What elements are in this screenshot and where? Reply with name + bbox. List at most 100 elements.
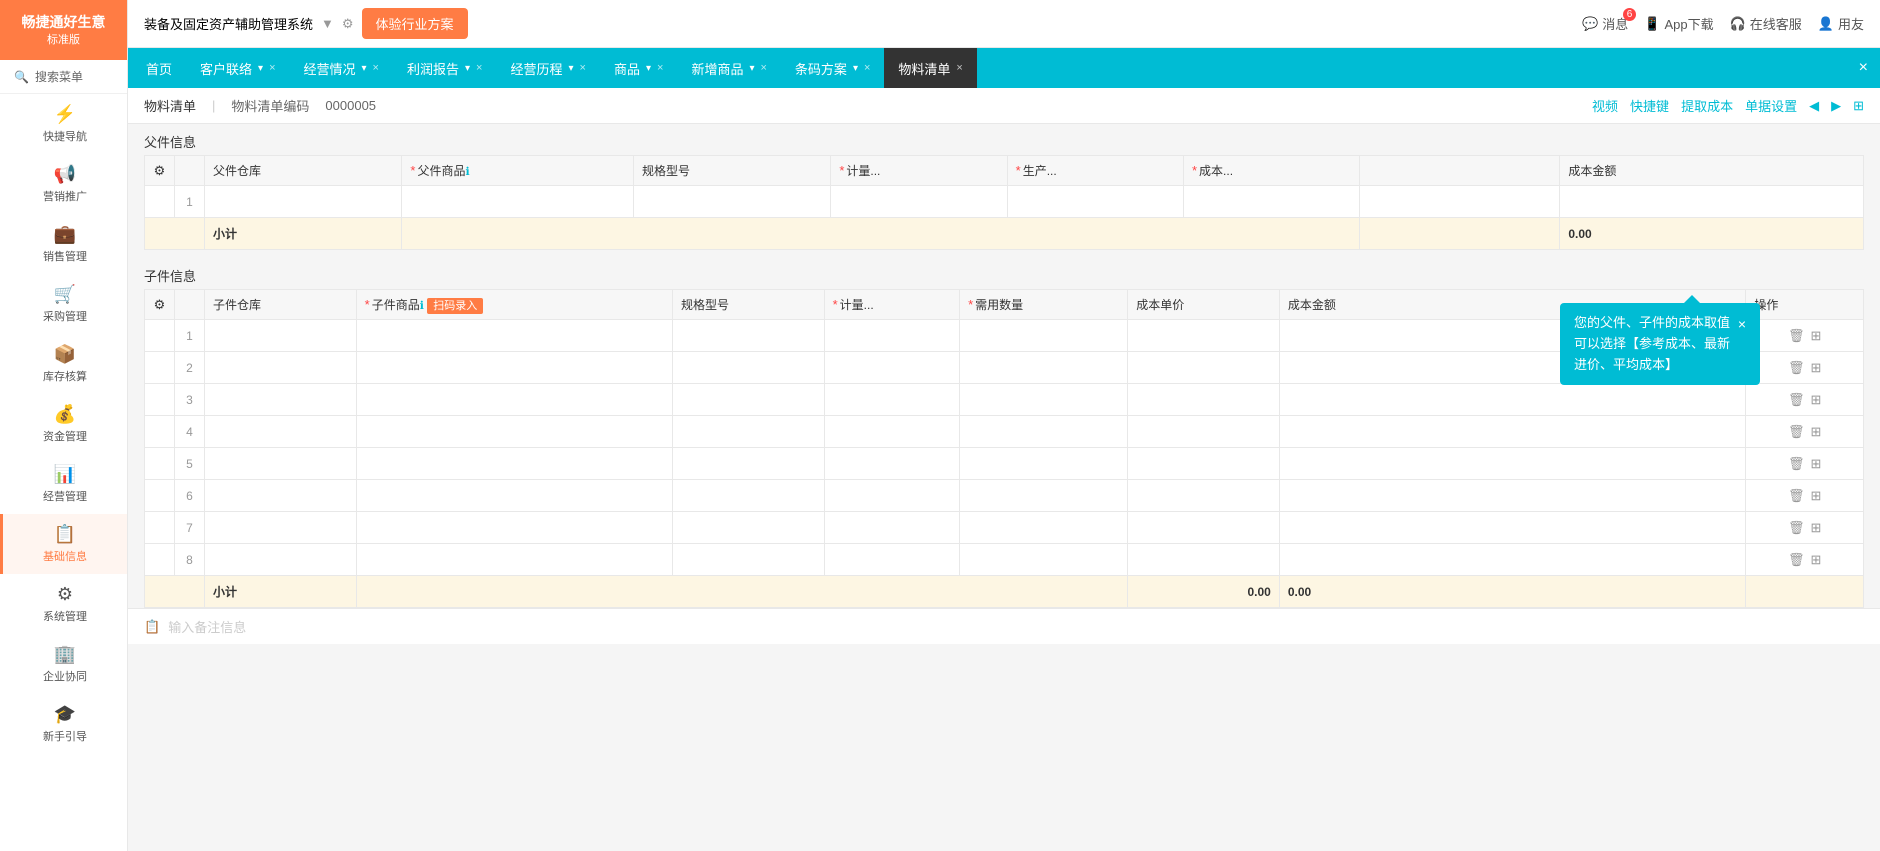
copy-icon[interactable]: ⊞: [1810, 360, 1821, 376]
child-need-qty-cell[interactable]: [960, 320, 1128, 352]
child-unit-cost-cell[interactable]: [1128, 448, 1280, 480]
view-button[interactable]: 视频: [1592, 96, 1618, 115]
shortcut-button[interactable]: 快捷键: [1630, 96, 1669, 115]
tab-close-icon[interactable]: ×: [580, 62, 586, 74]
child-qty-unit-cell[interactable]: [824, 480, 959, 512]
child-product-cell[interactable]: [356, 448, 672, 480]
child-unit-cost-cell[interactable]: [1128, 544, 1280, 576]
tab-history[interactable]: 经营历程 ▾ ×: [496, 48, 599, 88]
child-qty-unit-cell[interactable]: [824, 448, 959, 480]
delete-icon[interactable]: 🗑: [1788, 552, 1805, 568]
child-unit-cost-cell[interactable]: [1128, 352, 1280, 384]
copy-icon[interactable]: ⊞: [1810, 552, 1821, 568]
tab-bom[interactable]: 物料清单 ×: [884, 48, 976, 88]
child-spec-cell[interactable]: [672, 384, 824, 416]
copy-icon[interactable]: ⊞: [1810, 456, 1821, 472]
child-product-cell[interactable]: [356, 512, 672, 544]
child-warehouse-cell[interactable]: [205, 416, 357, 448]
user-item[interactable]: 👤 用友: [1818, 14, 1864, 33]
child-warehouse-cell[interactable]: [205, 320, 357, 352]
sidebar-item-inventory[interactable]: 📦 库存核算: [0, 334, 127, 394]
dropdown-icon[interactable]: ▼: [321, 16, 334, 31]
search-menu[interactable]: 🔍 搜索菜单: [0, 60, 127, 94]
service-item[interactable]: 🎧 在线客服: [1730, 14, 1802, 33]
copy-icon[interactable]: ⊞: [1810, 520, 1821, 536]
child-spec-cell[interactable]: [672, 480, 824, 512]
tab-close-icon[interactable]: ×: [269, 62, 275, 74]
breadcrumb-tab1[interactable]: 物料清单: [144, 96, 196, 115]
delete-icon[interactable]: 🗑: [1788, 360, 1805, 376]
child-qty-unit-cell[interactable]: [824, 384, 959, 416]
child-product-cell[interactable]: [356, 320, 672, 352]
delete-icon[interactable]: 🗑: [1788, 424, 1805, 440]
tooltip-close-btn[interactable]: ×: [1738, 313, 1746, 335]
child-need-qty-cell[interactable]: [960, 512, 1128, 544]
child-product-cell[interactable]: [356, 352, 672, 384]
child-qty-unit-cell[interactable]: [824, 512, 959, 544]
child-qty-unit-cell[interactable]: [824, 352, 959, 384]
tab-close-icon[interactable]: ×: [864, 62, 870, 74]
copy-icon[interactable]: ⊞: [1810, 488, 1821, 504]
delete-icon[interactable]: 🗑: [1788, 520, 1805, 536]
sidebar-item-marketing[interactable]: 📢 营销推广: [0, 154, 127, 214]
trial-button[interactable]: 体验行业方案: [362, 8, 468, 39]
sidebar-item-guide[interactable]: 🎓 新手引导: [0, 694, 127, 754]
child-product-cell[interactable]: [356, 544, 672, 576]
parent-cost-cell[interactable]: [1183, 186, 1359, 218]
child-qty-unit-cell[interactable]: [824, 544, 959, 576]
settings-icon[interactable]: ⚙: [342, 16, 354, 32]
sidebar-item-system[interactable]: ⚙ 系统管理: [0, 574, 127, 634]
sidebar-item-operations[interactable]: 📊 经营管理: [0, 454, 127, 514]
copy-icon[interactable]: ⊞: [1810, 424, 1821, 440]
child-need-qty-cell[interactable]: [960, 352, 1128, 384]
sidebar-item-sales[interactable]: 💼 销售管理: [0, 214, 127, 274]
sidebar-item-purchase[interactable]: 🛒 采购管理: [0, 274, 127, 334]
prev-button[interactable]: ◀: [1809, 98, 1819, 114]
child-unit-cost-cell[interactable]: [1128, 416, 1280, 448]
child-need-qty-cell[interactable]: [960, 480, 1128, 512]
tab-customer[interactable]: 客户联络 ▾ ×: [186, 48, 289, 88]
settings-button[interactable]: 单据设置: [1745, 96, 1797, 115]
parent-qty-cell[interactable]: [831, 186, 1007, 218]
child-need-qty-cell[interactable]: [960, 448, 1128, 480]
parent-warehouse-cell[interactable]: [205, 186, 402, 218]
tab-close-icon[interactable]: ×: [373, 62, 379, 74]
child-warehouse-cell[interactable]: [205, 480, 357, 512]
child-product-cell[interactable]: [356, 416, 672, 448]
child-product-cell[interactable]: [356, 384, 672, 416]
cost-button[interactable]: 提取成本: [1681, 96, 1733, 115]
delete-icon[interactable]: 🗑: [1788, 328, 1805, 344]
child-warehouse-cell[interactable]: [205, 352, 357, 384]
delete-icon[interactable]: 🗑: [1788, 488, 1805, 504]
child-spec-cell[interactable]: [672, 320, 824, 352]
child-warehouse-cell[interactable]: [205, 384, 357, 416]
child-need-qty-cell[interactable]: [960, 384, 1128, 416]
grid-button[interactable]: ⊞: [1853, 98, 1864, 114]
copy-icon[interactable]: ⊞: [1810, 328, 1821, 344]
tab-barcode[interactable]: 条码方案 ▾ ×: [781, 48, 884, 88]
child-spec-cell[interactable]: [672, 512, 824, 544]
tab-new-product[interactable]: 新增商品 ▾ ×: [677, 48, 780, 88]
child-col-settings[interactable]: ⚙: [145, 290, 175, 320]
tab-home[interactable]: 首页: [132, 48, 186, 88]
sidebar-item-enterprise[interactable]: 🏢 企业协同: [0, 634, 127, 694]
tab-close-icon[interactable]: ×: [760, 62, 766, 74]
tab-close-icon[interactable]: ×: [657, 62, 663, 74]
tab-profit[interactable]: 利润报告 ▾ ×: [393, 48, 496, 88]
child-spec-cell[interactable]: [672, 416, 824, 448]
tab-close-icon[interactable]: ×: [476, 62, 482, 74]
sidebar-item-finance[interactable]: 💰 资金管理: [0, 394, 127, 454]
message-item[interactable]: 💬 消息 6: [1582, 14, 1628, 33]
delete-icon[interactable]: 🗑: [1788, 392, 1805, 408]
tab-operations[interactable]: 经营情况 ▾ ×: [290, 48, 393, 88]
tab-close-icon[interactable]: ×: [956, 62, 962, 74]
parent-col-settings[interactable]: ⚙: [145, 156, 175, 186]
child-spec-cell[interactable]: [672, 352, 824, 384]
note-hint[interactable]: 输入备注信息: [168, 617, 1864, 636]
next-button[interactable]: ▶: [1831, 98, 1841, 114]
child-unit-cost-cell[interactable]: [1128, 320, 1280, 352]
tab-product[interactable]: 商品 ▾ ×: [600, 48, 677, 88]
child-spec-cell[interactable]: [672, 544, 824, 576]
child-spec-cell[interactable]: [672, 448, 824, 480]
scan-badge[interactable]: 扫码录入: [427, 298, 483, 314]
